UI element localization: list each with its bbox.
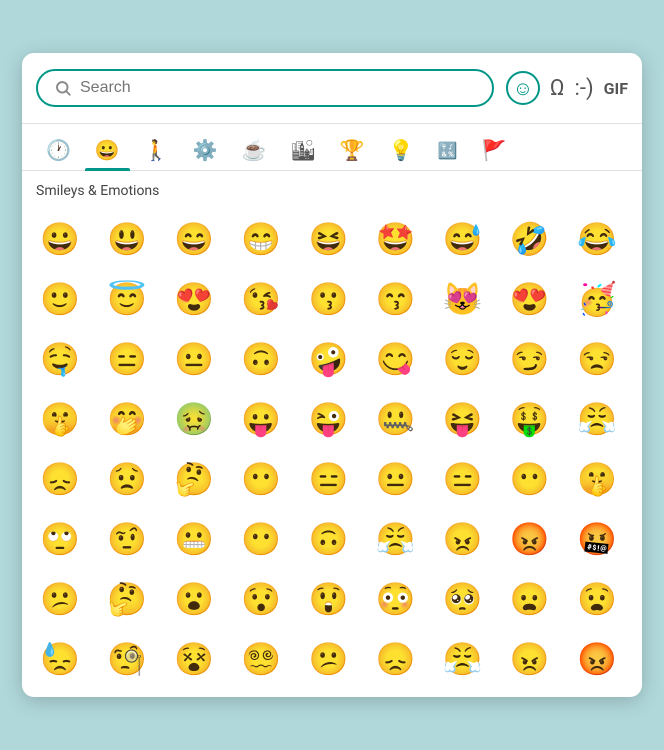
emoji-cell[interactable]: 😧 [567,569,627,629]
emoji-cell[interactable]: 🤭 [97,389,157,449]
emoji-cell[interactable]: 😡 [500,509,560,569]
emoji-cell[interactable]: 😲 [298,569,358,629]
emoji-cell[interactable]: 😦 [500,569,560,629]
emoji-cell[interactable]: 😋 [366,329,426,389]
emoji-cell[interactable]: 🥺 [433,569,493,629]
section-label: Smileys & Emotions [22,171,642,205]
emoji-cell[interactable]: 😕 [30,569,90,629]
search-input-wrapper[interactable] [36,69,494,107]
emoji-cell[interactable]: 🥳 [567,269,627,329]
emoji-cell[interactable]: 😡 [567,629,627,689]
tab-recent[interactable]: 🕐 [36,130,81,170]
emoji-cell[interactable]: 🤣 [500,209,560,269]
emoji-grid: 😀😃😄😁😆🤩😅🤣😂🙂😇😍😘😗😙😻😍🥳🤤😑😐🙃🤪😋😌😏😒🤫🤭🤢😛😜🤐😝🤑😤😞😟🤔😶… [22,205,642,697]
emoji-cell[interactable]: 😟 [97,449,157,509]
emoji-cell[interactable]: 😵 [164,629,224,689]
emoji-cell[interactable]: 😒 [567,329,627,389]
emoji-cell[interactable]: 😃 [97,209,157,269]
tab-nature[interactable]: 💡 [379,130,424,170]
emoji-cell[interactable]: 🤢 [164,389,224,449]
emoji-cell[interactable]: 🤐 [366,389,426,449]
emoji-cell[interactable]: 🤬 [567,509,627,569]
emoji-cell[interactable]: 😛 [231,389,291,449]
emoji-cell[interactable]: 😗 [298,269,358,329]
emoji-cell[interactable]: 😤 [433,629,493,689]
emoji-cell[interactable]: 😀 [30,209,90,269]
tab-symbols[interactable]: 🔣 [428,133,468,168]
emoji-cell[interactable]: 😑 [433,449,493,509]
emoji-cell[interactable]: 😇 [97,269,157,329]
emoji-cell[interactable]: 😻 [433,269,493,329]
emoji-cell[interactable]: 🤫 [30,389,90,449]
tab-activities[interactable]: ⚙️ [183,130,228,170]
tab-travel[interactable]: 🏙 [281,130,326,170]
emoji-cell[interactable]: 😤 [366,509,426,569]
search-icon [54,79,72,97]
emoji-cell[interactable]: 😘 [231,269,291,329]
emoji-cell[interactable]: 🤑 [500,389,560,449]
emoji-cell[interactable]: 🤤 [30,329,90,389]
emoji-cell[interactable]: 😝 [433,389,493,449]
emoji-cell[interactable]: 🙃 [231,329,291,389]
emoji-cell[interactable]: 🙂 [30,269,90,329]
emoji-cell[interactable]: 🤔 [164,449,224,509]
emoji-cell[interactable]: 😁 [231,209,291,269]
emoji-cell[interactable]: 😠 [433,509,493,569]
emoji-picker: ☺ Ω :-) GIF 🕐 😀 🚶 ⚙️ ☕ 🏙 🏆 💡 🔣 🚩 Smileys… [22,53,642,697]
emoji-cell[interactable]: 😶 [231,509,291,569]
emoji-cell[interactable]: 😐 [366,449,426,509]
emoji-cell[interactable]: 😂 [567,209,627,269]
category-tabs: 🕐 😀 🚶 ⚙️ ☕ 🏙 🏆 💡 🔣 🚩 [22,124,642,171]
emoji-cell[interactable]: 🙃 [298,509,358,569]
emoji-cell[interactable]: 😄 [164,209,224,269]
tab-smileys[interactable]: 😀 [85,130,130,170]
emoji-cell[interactable]: 😆 [298,209,358,269]
emoji-cell[interactable]: 😵‍💫 [231,629,291,689]
emoji-cell[interactable]: 😮 [164,569,224,629]
emoji-cell[interactable]: 🤪 [298,329,358,389]
emoji-cell[interactable]: 😜 [298,389,358,449]
top-icons-group: ☺ Ω :-) GIF [506,71,628,105]
emoji-cell[interactable]: 😯 [231,569,291,629]
emoji-cell[interactable]: 😅 [433,209,493,269]
search-input[interactable] [80,79,476,97]
emoji-cell[interactable]: 😶 [231,449,291,509]
emoji-cell[interactable]: 😳 [366,569,426,629]
emoji-cell[interactable]: 🤔 [97,569,157,629]
emoji-cell[interactable]: 😏 [500,329,560,389]
emoji-cell[interactable]: 😍 [164,269,224,329]
emoji-cell[interactable]: 😬 [164,509,224,569]
emoji-cell[interactable]: 😐 [164,329,224,389]
emoji-cell[interactable]: 😓 [30,629,90,689]
emoji-cell[interactable]: 🧐 [97,629,157,689]
tab-flags[interactable]: 🚩 [472,130,517,170]
emoji-cell[interactable]: 🤩 [366,209,426,269]
emoji-cell[interactable]: 🙄 [30,509,90,569]
emoji-cell[interactable]: 😙 [366,269,426,329]
emoji-cell[interactable]: 😕 [298,629,358,689]
top-icon-emoji[interactable]: ☺ [506,71,540,105]
top-icon-gif[interactable]: GIF [604,79,628,98]
emoji-cell[interactable]: 😞 [30,449,90,509]
emoji-cell[interactable]: 😠 [500,629,560,689]
emoji-cell[interactable]: 😌 [433,329,493,389]
emoji-cell[interactable]: 🤫 [567,449,627,509]
emoji-cell[interactable]: 😶 [500,449,560,509]
tab-objects[interactable]: 🏆 [330,130,375,170]
top-icon-textface[interactable]: :-) [575,76,594,101]
search-bar-row: ☺ Ω :-) GIF [22,53,642,124]
emoji-cell[interactable]: 😑 [97,329,157,389]
tab-people[interactable]: 🚶 [134,130,179,170]
emoji-cell[interactable]: 😤 [567,389,627,449]
emoji-cell[interactable]: 😍 [500,269,560,329]
top-icon-omega[interactable]: Ω [550,76,565,101]
tab-food[interactable]: ☕ [232,130,277,170]
emoji-cell[interactable]: 😞 [366,629,426,689]
emoji-cell[interactable]: 🤨 [97,509,157,569]
emoji-cell[interactable]: 😑 [298,449,358,509]
